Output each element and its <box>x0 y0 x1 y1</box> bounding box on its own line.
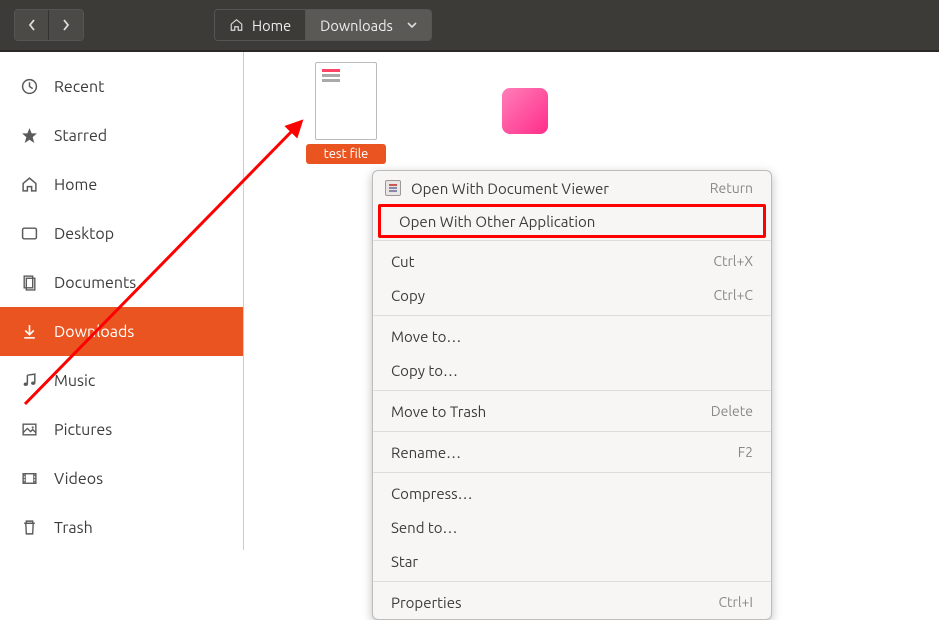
breadcrumb-home[interactable]: Home <box>215 10 306 40</box>
menu-item-label: Copy <box>391 287 703 304</box>
sidebar-item-label: Downloads <box>54 323 134 341</box>
sidebar-item-recent[interactable]: Recent <box>0 62 243 111</box>
menu-item-accel: Return <box>710 180 753 196</box>
clock-icon <box>20 78 38 96</box>
menu-separator <box>373 472 771 473</box>
context-menu: Open With Document ViewerReturnOpen With… <box>372 170 772 620</box>
sidebar-item-label: Videos <box>54 470 103 488</box>
home-icon <box>229 18 244 32</box>
menu-item-label: Copy to… <box>391 362 753 379</box>
menu-item-label: Rename… <box>391 444 728 461</box>
menu-item-compress[interactable]: Compress… <box>373 476 771 510</box>
menu-separator <box>373 315 771 316</box>
toolbar: Home Downloads <box>0 0 939 52</box>
file-item[interactable] <box>502 88 548 134</box>
file-label: test file <box>306 144 386 164</box>
menu-item-move-to[interactable]: Move to… <box>373 319 771 353</box>
menu-item-properties[interactable]: Properties Ctrl+I <box>373 585 771 619</box>
sidebar-item-label: Starred <box>54 127 107 145</box>
menu-item-accel: Ctrl+C <box>713 287 753 303</box>
menu-item-label: Cut <box>391 253 703 270</box>
sidebar-item-label: Home <box>54 176 97 194</box>
menu-separator <box>373 431 771 432</box>
desktop-icon <box>20 225 38 243</box>
sidebar-item-label: Recent <box>54 78 104 96</box>
sidebar-item-label: Documents <box>54 274 136 292</box>
menu-item-star[interactable]: Star <box>373 544 771 578</box>
documents-icon <box>20 274 38 292</box>
menu-item-label: Open With Other Application <box>399 213 745 230</box>
file-item-selected[interactable]: test file <box>306 62 386 164</box>
pictures-icon <box>20 421 38 439</box>
star-icon <box>20 127 38 145</box>
menu-item-label: Compress… <box>391 485 753 502</box>
breadcrumb-downloads[interactable]: Downloads <box>306 10 431 40</box>
menu-item-label: Star <box>391 553 753 570</box>
menu-item-move-to-trash[interactable]: Move to Trash Delete <box>373 394 771 428</box>
sidebar-item-desktop[interactable]: Desktop <box>0 209 243 258</box>
menu-item-accel: Ctrl+X <box>713 253 753 269</box>
menu-item-label: Properties <box>391 594 708 611</box>
menu-item-accel: Delete <box>711 403 753 419</box>
sidebar-item-home[interactable]: Home <box>0 160 243 209</box>
downloads-icon <box>20 323 38 341</box>
menu-item-copy[interactable]: Copy Ctrl+C <box>373 278 771 312</box>
menu-item-accel: F2 <box>738 444 753 460</box>
sidebar-item-label: Pictures <box>54 421 112 439</box>
breadcrumb: Home Downloads <box>214 9 432 41</box>
menu-item-label: Move to… <box>391 328 753 345</box>
menu-item-label: Move to Trash <box>391 403 701 420</box>
menu-item-label: Open With Document Viewer <box>411 180 700 197</box>
sidebar-item-starred[interactable]: Starred <box>0 111 243 160</box>
menu-item-copy-to[interactable]: Copy to… <box>373 353 771 387</box>
nav-buttons <box>14 9 84 41</box>
sidebar-item-downloads[interactable]: Downloads <box>0 307 243 356</box>
sidebar-item-music[interactable]: Music <box>0 356 243 405</box>
menu-item-rename[interactable]: Rename… F2 <box>373 435 771 469</box>
menu-item-accel: Ctrl+I <box>718 594 753 610</box>
menu-separator <box>373 240 771 241</box>
menu-item-send-to[interactable]: Send to… <box>373 510 771 544</box>
menu-item-cut[interactable]: Cut Ctrl+X <box>373 244 771 278</box>
menu-separator <box>373 390 771 391</box>
forward-button[interactable] <box>49 10 83 40</box>
sidebar-item-trash[interactable]: Trash <box>0 503 243 552</box>
back-button[interactable] <box>15 10 49 40</box>
menu-item-open-with-other-application[interactable]: Open With Other Application <box>378 204 766 238</box>
file-thumbnail <box>315 62 377 140</box>
home-icon <box>20 176 38 194</box>
sidebar-item-documents[interactable]: Documents <box>0 258 243 307</box>
music-icon <box>20 372 38 390</box>
sidebar-item-label: Trash <box>54 519 93 537</box>
trash-icon <box>20 519 38 537</box>
menu-separator <box>373 581 771 582</box>
sidebar-item-label: Desktop <box>54 225 114 243</box>
menu-item-label: Send to… <box>391 519 753 536</box>
sidebar: Recent Starred Home Desktop Documents Downloa… <box>0 52 244 550</box>
sidebar-item-label: Music <box>54 372 95 390</box>
sidebar-item-pictures[interactable]: Pictures <box>0 405 243 454</box>
document-icon <box>385 180 401 196</box>
sidebar-item-videos[interactable]: Videos <box>0 454 243 503</box>
breadcrumb-label: Downloads <box>320 17 393 34</box>
menu-item-open-with-document-viewer[interactable]: Open With Document Viewer Return <box>373 171 771 205</box>
chevron-down-icon <box>407 21 417 29</box>
videos-icon <box>20 470 38 488</box>
breadcrumb-label: Home <box>252 17 291 34</box>
